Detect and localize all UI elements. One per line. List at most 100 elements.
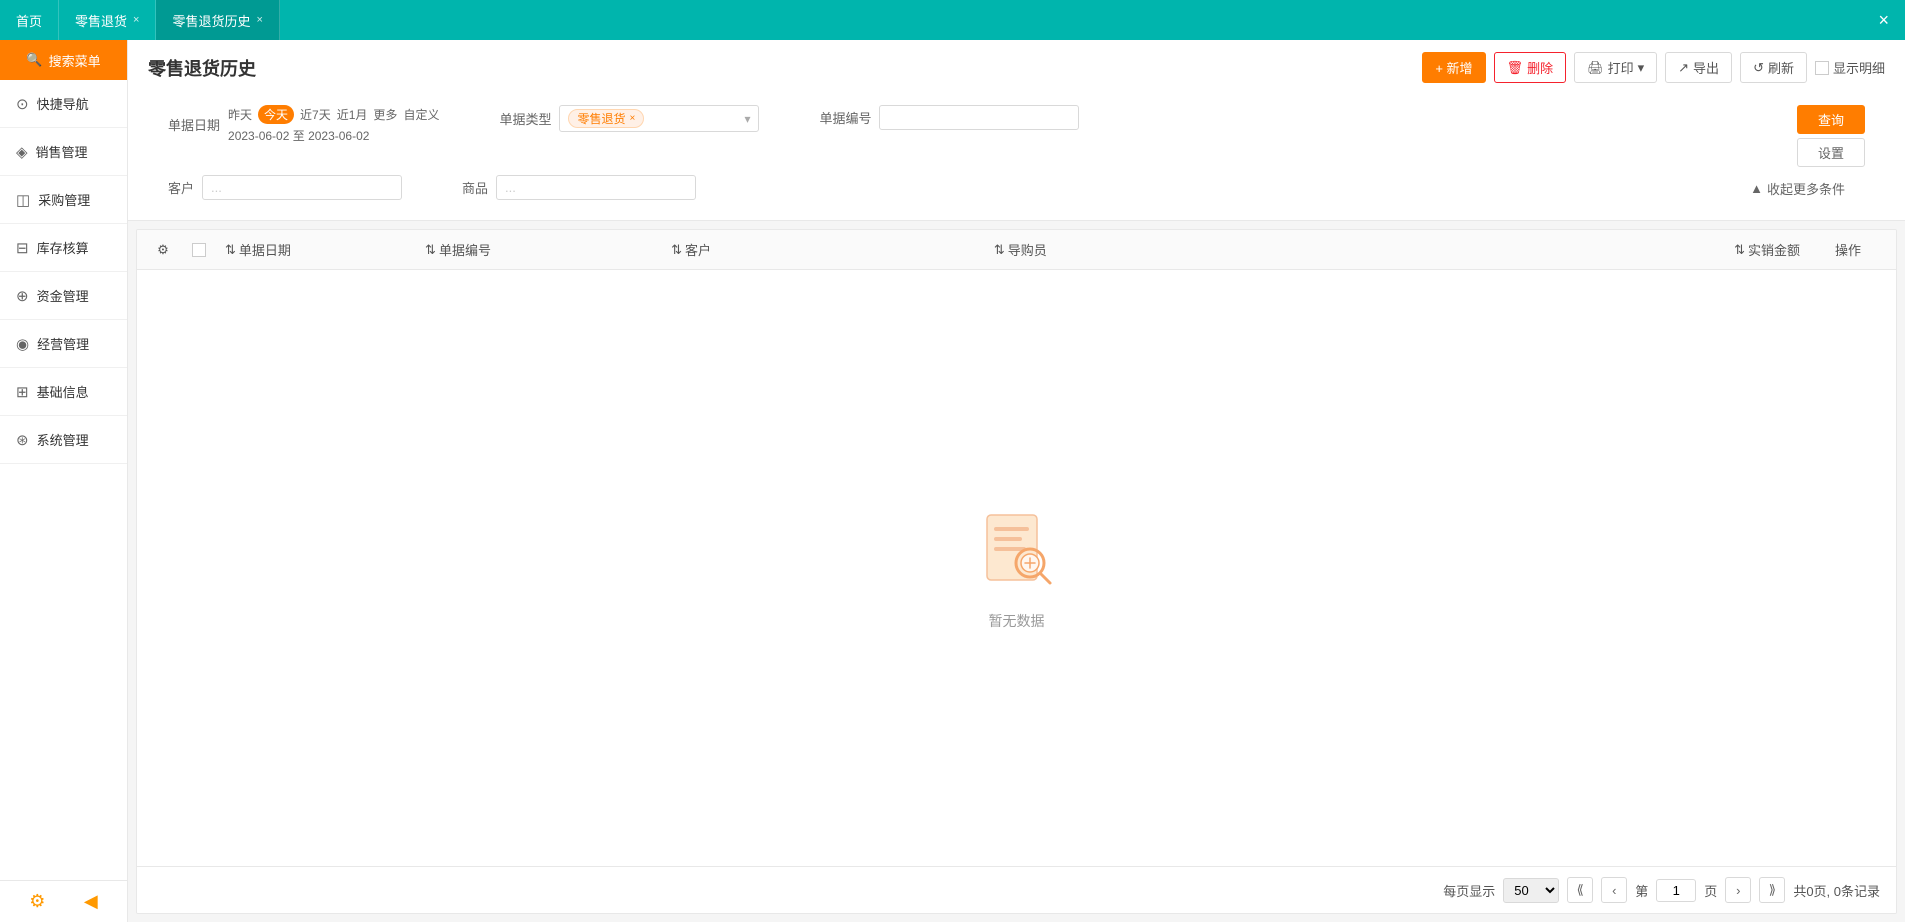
collapse-button[interactable]: ▲ 收起更多条件 [1750, 179, 1845, 198]
print-label: 打印 [1608, 58, 1634, 77]
bill-type-filter-item: 单据类型 零售退货 × ▾ [499, 105, 759, 132]
page-title: 零售退货历史 [148, 55, 256, 81]
sidebar-item-quicknav-label: 快捷导航 [37, 94, 89, 113]
date-opt-7days[interactable]: 近7天 [300, 106, 331, 123]
bill-type-tag: 零售退货 × [568, 109, 644, 128]
th-action-label: 操作 [1835, 240, 1861, 259]
sidebar-item-operations-label: 经营管理 [37, 334, 89, 353]
tab-retail-return-history-close[interactable]: × [256, 14, 262, 26]
filter-row-2: 客户 商品 ▲ 收起更多条件 [168, 175, 1865, 202]
th-customer[interactable]: ⇅ 客户 [663, 240, 986, 259]
header-checkbox[interactable] [192, 243, 206, 257]
top-nav: 首页 零售退货 × 零售退货历史 × × [0, 0, 1905, 40]
sidebar-item-quicknav[interactable]: ⊙ 快捷导航 [0, 80, 127, 128]
search-icon: 🔍 [26, 52, 42, 68]
th-customer-sort-icon: ⇅ [671, 242, 682, 258]
bill-no-input[interactable] [879, 105, 1079, 130]
toolbar: + 新增 🗑 删除 🖨 打印 ▾ ↗ 导出 ↺ [1422, 52, 1885, 83]
bill-type-select[interactable]: 零售退货 × ▾ [559, 105, 759, 132]
bill-type-tag-value: 零售退货 [577, 110, 625, 127]
table-header: ⚙ ⇅ 单据日期 ⇅ 单据编号 ⇅ 客户 ⇅ 导购员 [137, 230, 1896, 270]
product-input[interactable] [496, 175, 696, 200]
th-date-sort-icon: ⇅ [225, 242, 236, 258]
refresh-label: 刷新 [1768, 58, 1794, 77]
sidebar-item-operations[interactable]: ◉ 经营管理 [0, 320, 127, 368]
tab-retail-return[interactable]: 零售退货 × [59, 0, 156, 40]
last-page-button[interactable]: ⟫ [1759, 877, 1785, 903]
tab-home[interactable]: 首页 [0, 0, 59, 40]
sidebar-item-sales[interactable]: ◈ 销售管理 [0, 128, 127, 176]
export-label: 导出 [1693, 58, 1719, 77]
date-opt-more[interactable]: 更多 [373, 106, 397, 123]
delete-label: 删除 [1527, 58, 1553, 77]
product-filter-item: 商品 [462, 175, 696, 200]
settings-button[interactable]: 设置 [1797, 138, 1865, 167]
th-guide-label: 导购员 [1008, 240, 1047, 259]
system-icon: ⊛ [16, 431, 29, 449]
sidebar-menu: ⊙ 快捷导航 ◈ 销售管理 ◫ 采购管理 ⊟ 库存核算 ⊕ 资金管理 ◉ 经营管… [0, 80, 127, 880]
sidebar-item-basic-info[interactable]: ⊞ 基础信息 [0, 368, 127, 416]
table-area: ⚙ ⇅ 单据日期 ⇅ 单据编号 ⇅ 客户 ⇅ 导购员 [136, 229, 1897, 914]
page-size-select[interactable]: 50 20 100 [1503, 878, 1559, 903]
customer-input[interactable] [202, 175, 402, 200]
bill-type-tag-remove[interactable]: × [629, 113, 635, 124]
date-opt-today[interactable]: 今天 [258, 105, 294, 124]
th-date[interactable]: ⇅ 单据日期 [217, 240, 417, 259]
th-amount-sort-icon: ⇅ [1734, 242, 1745, 258]
show-detail-toggle[interactable]: 显示明细 [1815, 58, 1885, 77]
delete-button[interactable]: 🗑 删除 [1494, 52, 1567, 83]
sidebar-item-system[interactable]: ⊛ 系统管理 [0, 416, 127, 464]
tab-retail-return-history[interactable]: 零售退货历史 × [156, 0, 279, 40]
print-icon: 🖨 [1587, 60, 1604, 76]
prev-page-button[interactable]: ‹ [1601, 877, 1627, 903]
export-button[interactable]: ↗ 导出 [1665, 52, 1732, 83]
sidebar-item-inventory[interactable]: ⊟ 库存核算 [0, 224, 127, 272]
refresh-button[interactable]: ↺ 刷新 [1740, 52, 1807, 83]
show-detail-label: 显示明细 [1833, 58, 1885, 77]
tab-home-label: 首页 [16, 11, 42, 30]
page-number-input[interactable] [1656, 879, 1696, 902]
date-opt-custom[interactable]: 自定义 [403, 106, 439, 123]
export-icon: ↗ [1678, 60, 1689, 76]
main-layout: 🔍 搜索菜单 ⊙ 快捷导航 ◈ 销售管理 ◫ 采购管理 ⊟ 库存核算 ⊕ 资金 [0, 40, 1905, 922]
sidebar: 🔍 搜索菜单 ⊙ 快捷导航 ◈ 销售管理 ◫ 采购管理 ⊟ 库存核算 ⊕ 资金 [0, 40, 128, 922]
sidebar-item-sales-label: 销售管理 [36, 142, 88, 161]
sidebar-search[interactable]: 🔍 搜索菜单 [0, 40, 127, 80]
quicknav-icon: ⊙ [16, 95, 29, 113]
customer-label: 客户 [168, 178, 194, 197]
sales-icon: ◈ [16, 143, 28, 161]
th-amount[interactable]: ⇅ 实销金额 [1708, 240, 1808, 259]
first-page-button[interactable]: ⟪ [1567, 877, 1593, 903]
th-amount-label: 实销金额 [1748, 240, 1800, 259]
th-billno[interactable]: ⇅ 单据编号 [417, 240, 663, 259]
nav-tabs: 首页 零售退货 × 零售退货历史 × [0, 0, 1862, 40]
collapse-sidebar-icon[interactable]: ◀ [84, 891, 98, 912]
next-page-button[interactable]: › [1725, 877, 1751, 903]
add-button[interactable]: + 新增 [1422, 52, 1485, 83]
tab-retail-return-close[interactable]: × [133, 14, 139, 26]
th-settings[interactable]: ⚙ [145, 242, 181, 258]
sidebar-item-finance[interactable]: ⊕ 资金管理 [0, 272, 127, 320]
empty-state: 暂无数据 [137, 270, 1896, 866]
tab-retail-return-history-label: 零售退货历史 [172, 11, 250, 30]
settings-icon[interactable]: ⚙ [29, 891, 45, 912]
show-detail-checkbox[interactable] [1815, 61, 1829, 75]
bill-no-filter-item: 单据编号 [819, 105, 1079, 130]
customer-filter-item: 客户 [168, 175, 402, 200]
window-close-button[interactable]: × [1862, 10, 1905, 31]
empty-text: 暂无数据 [989, 611, 1045, 631]
empty-illustration [972, 505, 1062, 595]
print-button[interactable]: 🖨 打印 ▾ [1574, 52, 1657, 83]
th-checkbox[interactable] [181, 243, 217, 257]
th-action: 操作 [1808, 240, 1888, 259]
total-text: 共0页, 0条记录 [1793, 881, 1880, 900]
th-guide[interactable]: ⇅ 导购员 [986, 240, 1232, 259]
sidebar-item-inventory-label: 库存核算 [37, 238, 89, 257]
query-button[interactable]: 查询 [1797, 105, 1865, 134]
page-header: 零售退货历史 + 新增 🗑 删除 🖨 打印 ▾ ↗ 导出 [128, 40, 1905, 221]
date-opt-1month[interactable]: 近1月 [337, 106, 368, 123]
sidebar-item-system-label: 系统管理 [37, 430, 89, 449]
product-label: 商品 [462, 178, 488, 197]
sidebar-item-purchase[interactable]: ◫ 采购管理 [0, 176, 127, 224]
date-opt-yesterday[interactable]: 昨天 [228, 106, 252, 123]
